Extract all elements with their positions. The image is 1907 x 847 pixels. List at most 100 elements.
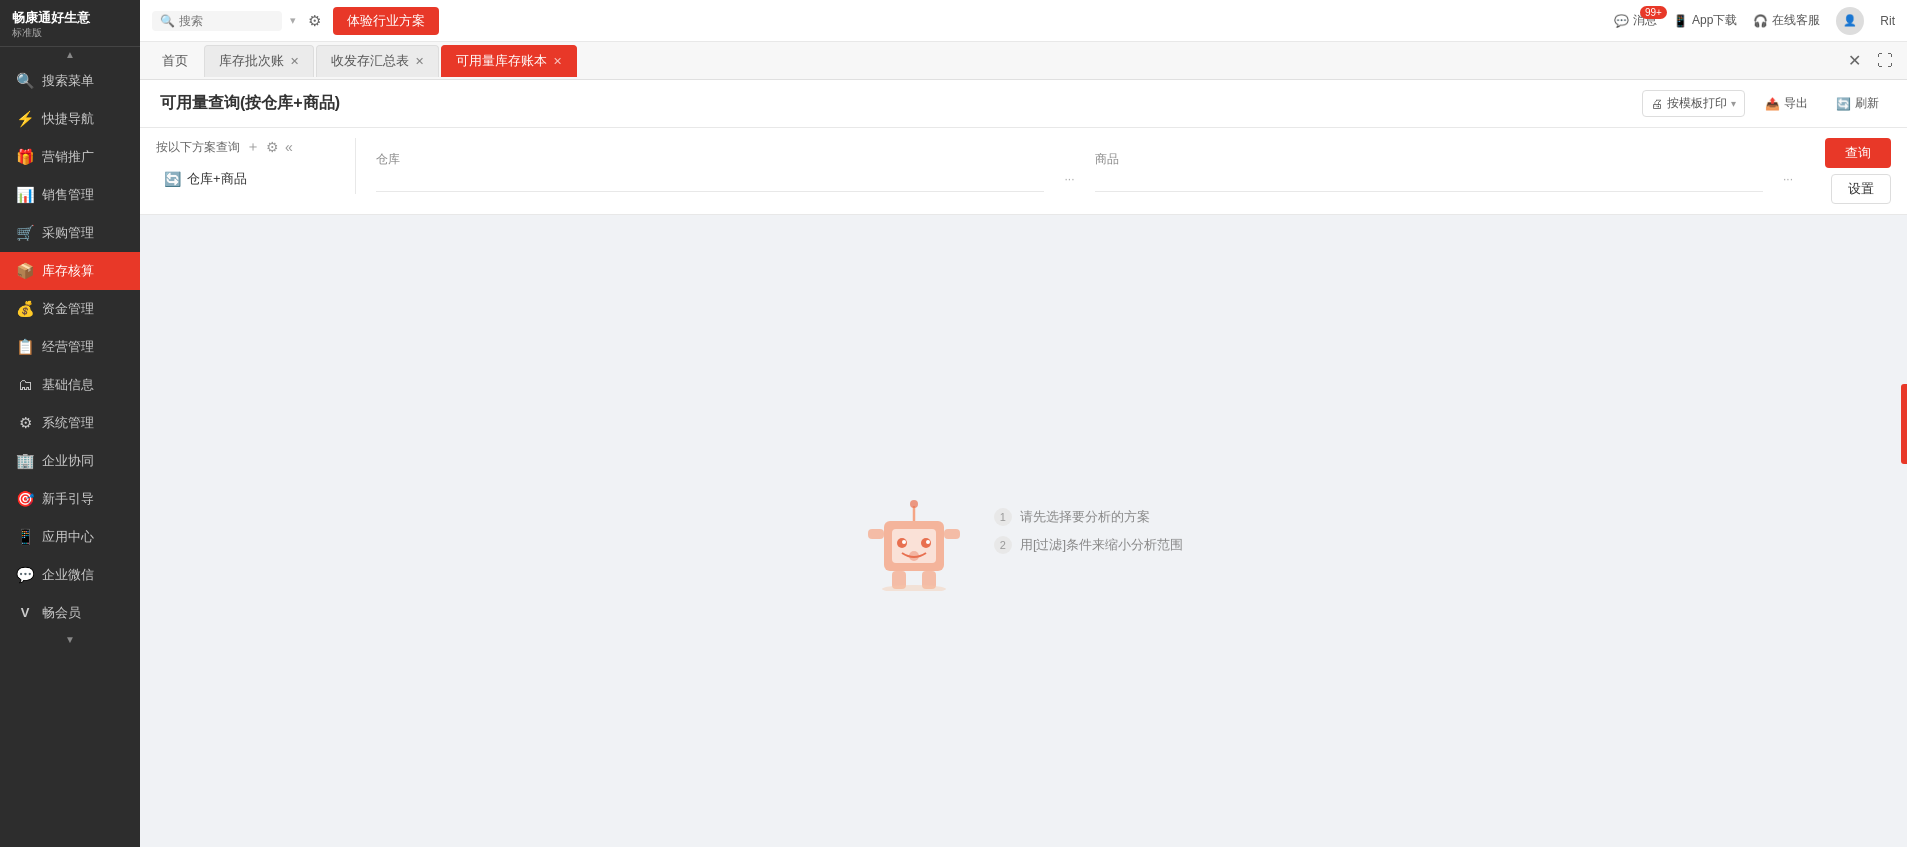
query-btn[interactable]: 查询 (1825, 138, 1891, 168)
warehouse-more-btn[interactable]: ··· (1064, 156, 1074, 186)
tab-available-qty-close[interactable]: ✕ (553, 55, 562, 68)
sidebar-item-base-info[interactable]: 🗂 基础信息 (0, 366, 140, 404)
finance-icon: 💰 (16, 300, 34, 318)
close-tab-btn[interactable]: ✕ (1842, 49, 1867, 72)
tab-available-qty[interactable]: 可用量库存账本 ✕ (441, 45, 577, 77)
sidebar-item-label: 库存核算 (42, 262, 94, 280)
sidebar-item-label: 应用中心 (42, 528, 94, 546)
tab-in-out-label: 收发存汇总表 (331, 52, 409, 70)
sidebar-item-label: 基础信息 (42, 376, 94, 394)
sidebar-item-operations[interactable]: 📋 经营管理 (0, 328, 140, 366)
sidebar-item-label: 企业协同 (42, 452, 94, 470)
sidebar-item-system[interactable]: ⚙ 系统管理 (0, 404, 140, 442)
sidebar-item-vip[interactable]: V 畅会员 (0, 594, 140, 632)
search-box[interactable]: 🔍 (152, 11, 282, 31)
tab-in-out-summary[interactable]: 收发存汇总表 ✕ (316, 45, 439, 77)
add-scheme-btn[interactable]: ＋ (246, 138, 260, 156)
sidebar-item-marketing[interactable]: 🎁 营销推广 (0, 138, 140, 176)
username[interactable]: Rit (1880, 14, 1895, 28)
scheme-item-warehouse-product[interactable]: 🔄 仓库+商品 (156, 164, 343, 194)
setting-btn[interactable]: 设置 (1831, 174, 1891, 204)
product-input[interactable] (1095, 172, 1763, 192)
export-icon: 📤 (1765, 97, 1780, 111)
svg-point-7 (910, 500, 918, 508)
product-label: 商品 (1095, 151, 1763, 168)
tabs-actions: ✕ ⛶ (1842, 49, 1899, 72)
sidebar-item-sales[interactable]: 📊 销售管理 (0, 176, 140, 214)
wechat-icon: 💬 (16, 566, 34, 584)
content-area: 可用量查询(按仓库+商品) 🖨 按模板打印 ▾ 📤 导出 🔄 刷新 (140, 80, 1907, 847)
filter-panel: 按以下方案查询 ＋ ⚙ « 🔄 仓库+商品 仓库 ··· 商品 (140, 128, 1907, 215)
sidebar-item-search[interactable]: 🔍 搜索菜单 (0, 62, 140, 100)
empty-hint-2: 2 用[过滤]条件来缩小分析范围 (994, 536, 1183, 554)
sidebar-logo: 畅康通好生意 标准版 (0, 0, 140, 47)
topbar: 🔍 ▾ ⚙ 体验行业方案 💬 消息 99+ 📱 App下载 🎧 在线客服 👤 (140, 0, 1907, 42)
svg-rect-9 (944, 529, 960, 539)
sidebar-item-enterprise-wechat[interactable]: 💬 企业微信 (0, 556, 140, 594)
scheme-icon: 🔄 (164, 171, 181, 187)
avatar[interactable]: 👤 (1836, 7, 1864, 35)
filter-scheme-header: 按以下方案查询 ＋ ⚙ « (156, 138, 343, 156)
sidebar-item-label: 系统管理 (42, 414, 94, 432)
sidebar-item-new-guide[interactable]: 🎯 新手引导 (0, 480, 140, 518)
search-icon: 🔍 (16, 72, 34, 90)
sidebar-item-inventory[interactable]: 📦 库存核算 (0, 252, 140, 290)
dropdown-arrow[interactable]: ▾ (290, 14, 296, 27)
sidebar-scroll-up[interactable]: ▲ (0, 47, 140, 62)
sales-icon: 📊 (16, 186, 34, 204)
sidebar-item-label: 经营管理 (42, 338, 94, 356)
sidebar-item-enterprise[interactable]: 🏢 企业协同 (0, 442, 140, 480)
sidebar-item-shortcut[interactable]: ⚡ 快捷导航 (0, 100, 140, 138)
tab-in-out-close[interactable]: ✕ (415, 55, 424, 68)
hint-num-1: 1 (994, 508, 1012, 526)
svg-rect-8 (868, 529, 884, 539)
filter-scheme-panel: 按以下方案查询 ＋ ⚙ « 🔄 仓库+商品 (156, 138, 356, 194)
shortcut-icon: ⚡ (16, 110, 34, 128)
search-input[interactable] (179, 14, 269, 28)
settings-scheme-btn[interactable]: ⚙ (266, 139, 279, 155)
expand-tab-btn[interactable]: ⛶ (1871, 50, 1899, 72)
svg-point-5 (926, 540, 930, 544)
filter-actions: 查询 设置 (1813, 138, 1891, 204)
warehouse-input[interactable] (376, 172, 1044, 192)
right-scrollbar[interactable] (1901, 384, 1907, 464)
svg-point-12 (909, 551, 919, 561)
tab-home-label: 首页 (162, 52, 188, 70)
service-btn[interactable]: 🎧 在线客服 (1753, 12, 1820, 29)
enterprise-icon: 🏢 (16, 452, 34, 470)
tab-batch-account-close[interactable]: ✕ (290, 55, 299, 68)
hint-text-1: 请先选择要分析的方案 (1020, 508, 1150, 526)
sidebar-item-finance[interactable]: 💰 资金管理 (0, 290, 140, 328)
app-name: 畅康通好生意 (12, 10, 128, 26)
tab-batch-account-label: 库存批次账 (219, 52, 284, 70)
refresh-btn[interactable]: 🔄 刷新 (1828, 91, 1887, 116)
export-label: 导出 (1784, 95, 1808, 112)
main-area: 🔍 ▾ ⚙ 体验行业方案 💬 消息 99+ 📱 App下载 🎧 在线客服 👤 (140, 0, 1907, 847)
hint-num-2: 2 (994, 536, 1012, 554)
template-print-btn[interactable]: 🖨 按模板打印 ▾ (1642, 90, 1745, 117)
product-more-btn[interactable]: ··· (1783, 156, 1793, 186)
sidebar-item-label: 搜索菜单 (42, 72, 94, 90)
collapse-filter-btn[interactable]: « (285, 139, 293, 155)
app-tag: 标准版 (12, 26, 128, 40)
topbar-right: 💬 消息 99+ 📱 App下载 🎧 在线客服 👤 Rit (1614, 7, 1895, 35)
industry-btn[interactable]: 体验行业方案 (333, 7, 439, 35)
print-icon: 🖨 (1651, 97, 1663, 111)
app-center-icon: 📱 (16, 528, 34, 546)
sidebar-scroll-down[interactable]: ▼ (0, 632, 140, 647)
refresh-label: 刷新 (1855, 95, 1879, 112)
app-download-btn[interactable]: 📱 App下载 (1673, 12, 1737, 29)
tab-available-qty-label: 可用量库存账本 (456, 52, 547, 70)
message-btn[interactable]: 💬 消息 99+ (1614, 12, 1657, 29)
tab-batch-account[interactable]: 库存批次账 ✕ (204, 45, 314, 77)
inventory-icon: 📦 (16, 262, 34, 280)
sidebar-item-app-center[interactable]: 📱 应用中心 (0, 518, 140, 556)
phone-icon: 📱 (1673, 14, 1688, 28)
sidebar-item-purchase[interactable]: 🛒 采购管理 (0, 214, 140, 252)
chevron-down-icon: ▾ (1731, 98, 1736, 109)
gift-icon: 🎁 (16, 148, 34, 166)
gear-icon[interactable]: ⚙ (304, 12, 325, 30)
warehouse-label: 仓库 (376, 151, 1044, 168)
export-btn[interactable]: 📤 导出 (1757, 91, 1816, 116)
tab-home[interactable]: 首页 (148, 45, 202, 77)
